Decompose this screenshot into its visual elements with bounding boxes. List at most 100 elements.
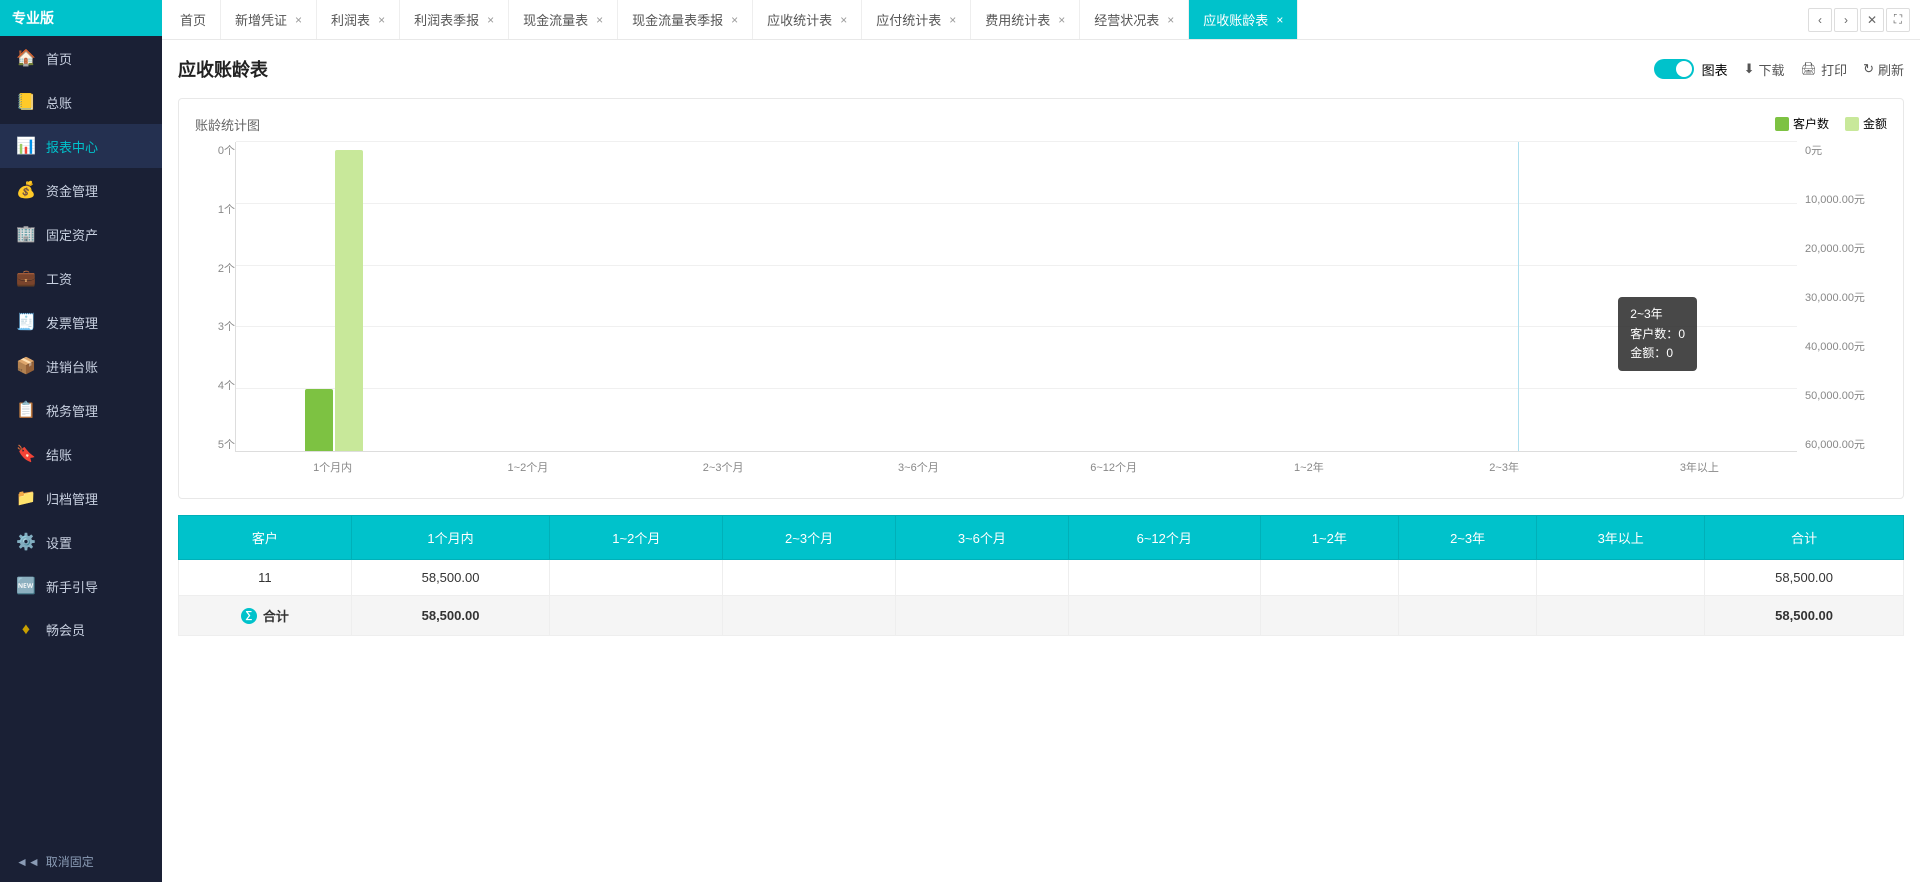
download-button[interactable]: ⬇ 下载 [1744,60,1785,79]
pin-icon: ◄◄ [16,855,40,869]
sidebar: 专业版 🏠 首页 📒 总账 📊 报表中心 💰 资金管理 🏢 固定资产 💼 工资 … [0,0,162,882]
tab-home[interactable]: 首页 [166,0,221,40]
bar-group-0[interactable] [236,142,431,451]
total-label: ∑ 合计 [187,606,343,625]
tab-cashflow-quarter[interactable]: 现金流量表季报 × [618,0,753,40]
tab-business-status-close[interactable]: × [1167,13,1174,27]
legend-customer-label: 客户数 [1793,115,1829,132]
x-label-7: 3年以上 [1602,459,1797,475]
tab-cashflow[interactable]: 现金流量表 × [509,0,618,40]
sidebar-item-label: 工资 [46,269,72,288]
sidebar-item-sales[interactable]: 📦 进销台账 [0,344,162,388]
sidebar-item-label: 设置 [46,533,72,552]
sidebar-item-ledger[interactable]: 📒 总账 [0,80,162,124]
tab-bar: 首页 新增凭证 × 利润表 × 利润表季报 × 现金流量表 × 现金流量表季报 … [162,0,1920,40]
tab-cashflow-quarter-label: 现金流量表季报 [632,10,723,29]
cell-1m: 58,500.00 [351,560,550,596]
refresh-button[interactable]: ↻ 刷新 [1863,60,1904,79]
sidebar-item-invoice[interactable]: 🧾 发票管理 [0,300,162,344]
col-header-2-3m: 2~3个月 [723,516,896,560]
tab-cashflow-quarter-close[interactable]: × [731,13,738,27]
member-icon: ♦ [16,621,36,639]
main-area: 首页 新增凭证 × 利润表 × 利润表季报 × 现金流量表 × 现金流量表季报 … [162,0,1920,882]
sidebar-item-home[interactable]: 🏠 首页 [0,36,162,80]
tab-voucher-close[interactable]: × [295,13,302,27]
legend-amount-dot [1845,117,1859,131]
sidebar-item-settings[interactable]: ⚙️ 设置 [0,520,162,564]
sidebar-item-archive[interactable]: 📁 归档管理 [0,476,162,520]
sidebar-item-reports[interactable]: 📊 报表中心 [0,124,162,168]
toggle-switch-control[interactable] [1654,59,1694,79]
cell-2-3y [1398,560,1536,596]
tab-ar-aging[interactable]: 应收账龄表 × [1189,0,1298,40]
col-header-total: 合计 [1705,516,1904,560]
toggle-label: 图表 [1702,60,1728,79]
tab-expense-stats[interactable]: 费用统计表 × [971,0,1080,40]
col-header-2-3y: 2~3年 [1398,516,1536,560]
page-content: 应收账龄表 图表 ⬇ 下载 🖨 打印 ↻ 刷新 [162,40,1920,882]
sidebar-item-funds[interactable]: 💰 资金管理 [0,168,162,212]
bar-group-5[interactable] [1212,142,1407,451]
sidebar-item-settle[interactable]: 🔖 结账 [0,432,162,476]
tab-prev-button[interactable]: ‹ [1808,8,1832,32]
cell-3-6m [895,560,1068,596]
sidebar-item-member[interactable]: ♦ 畅会员 [0,608,162,651]
chart-toggle[interactable]: 图表 [1654,59,1728,79]
tab-ap-stats[interactable]: 应付统计表 × [862,0,971,40]
sidebar-item-label: 发票管理 [46,313,98,332]
total-3-6m [895,596,1068,636]
x-label-4: 6~12个月 [1016,459,1211,475]
tab-profit[interactable]: 利润表 × [317,0,400,40]
total-text: 合计 [263,606,289,625]
tab-ar-stats-close[interactable]: × [840,13,847,27]
tab-ar-stats[interactable]: 应收统计表 × [753,0,862,40]
total-6-12m [1068,596,1260,636]
tab-next-button[interactable]: › [1834,8,1858,32]
print-label: 打印 [1821,60,1847,79]
sidebar-item-tax[interactable]: 📋 税务管理 [0,388,162,432]
tab-profit-quarter-label: 利润表季报 [414,10,479,29]
print-icon: 🖨 [1801,61,1818,77]
bars-container [236,142,1797,451]
cell-customer: 11 [179,560,352,596]
sidebar-item-label: 进销台账 [46,357,98,376]
sidebar-item-assets[interactable]: 🏢 固定资产 [0,212,162,256]
sidebar-item-guide[interactable]: 🆕 新手引导 [0,564,162,608]
bar-group-3[interactable] [821,142,1016,451]
tab-profit-close[interactable]: × [378,13,385,27]
bar-group-4[interactable] [1017,142,1212,451]
tab-profit-quarter-close[interactable]: × [487,13,494,27]
bar-group-6[interactable] [1407,142,1602,451]
tab-ap-stats-close[interactable]: × [949,13,956,27]
y-axis-left: 5个 4个 3个 2个 1个 0个 [195,142,235,482]
tab-cashflow-label: 现金流量表 [523,10,588,29]
legend-customer-count: 客户数 [1775,115,1829,132]
total-total: 58,500.00 [1705,596,1904,636]
x-label-2: 2~3个月 [626,459,821,475]
settings-icon: ⚙️ [16,532,36,552]
tab-expense-stats-close[interactable]: × [1058,13,1065,27]
tab-business-status[interactable]: 经营状况表 × [1080,0,1189,40]
tab-nav-buttons: ‹ › ✕ ⛶ [1802,8,1916,32]
sidebar-item-salary[interactable]: 💼 工资 [0,256,162,300]
reports-icon: 📊 [16,136,36,156]
bar-group-1[interactable] [431,142,626,451]
bar-group-7[interactable] [1602,142,1797,451]
col-header-customer: 客户 [179,516,352,560]
tab-cashflow-close[interactable]: × [596,13,603,27]
tab-profit-quarter[interactable]: 利润表季报 × [400,0,509,40]
bar-group-2[interactable] [626,142,821,451]
col-header-3-6m: 3~6个月 [895,516,1068,560]
tab-expand-button[interactable]: ⛶ [1886,8,1910,32]
sidebar-item-label: 结账 [46,445,72,464]
col-header-6-12m: 6~12个月 [1068,516,1260,560]
tab-ar-aging-close[interactable]: × [1276,13,1283,27]
tab-close-all-button[interactable]: ✕ [1860,8,1884,32]
sidebar-pin-toggle[interactable]: ◄◄ 取消固定 [0,841,162,882]
legend-amount-label: 金额 [1863,115,1887,132]
cell-2-3m [723,560,896,596]
cell-1-2m [550,560,723,596]
tab-voucher[interactable]: 新增凭证 × [221,0,317,40]
tab-expense-stats-label: 费用统计表 [985,10,1050,29]
print-button[interactable]: 🖨 打印 [1801,60,1848,79]
